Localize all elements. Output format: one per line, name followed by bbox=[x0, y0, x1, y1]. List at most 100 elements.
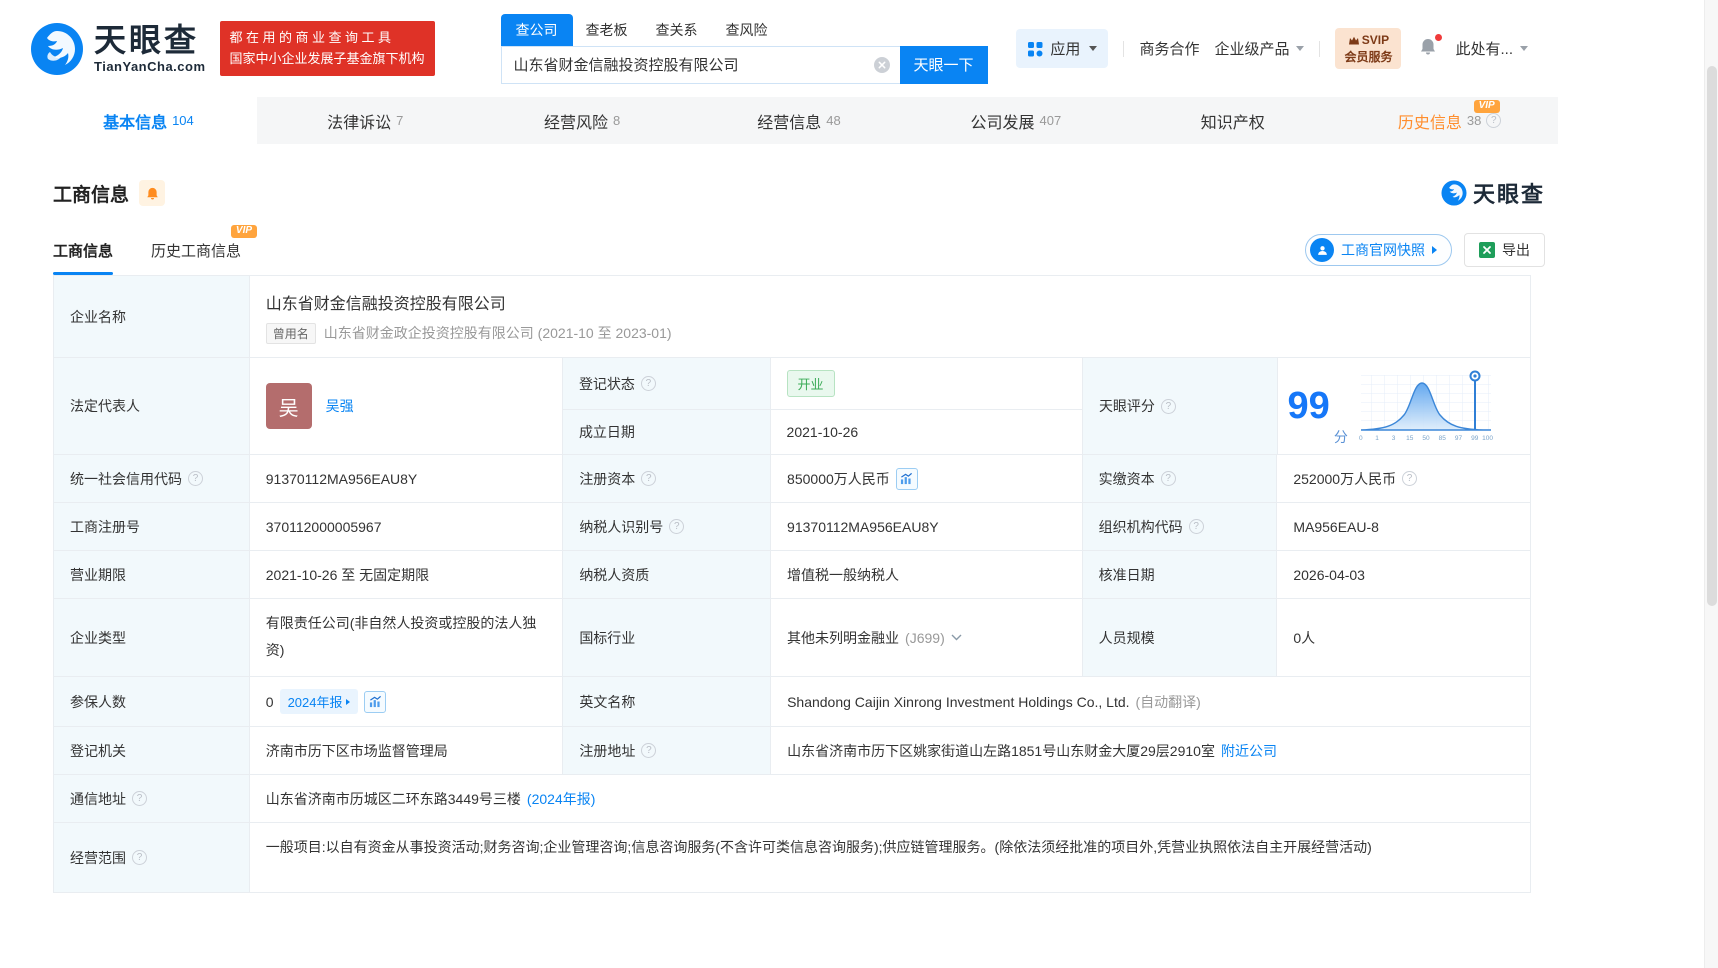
help-icon[interactable]: ? bbox=[1160, 471, 1176, 486]
tab-intellectual-property[interactable]: 知识产权 bbox=[1124, 97, 1341, 144]
english-name-value: Shandong Caijin Xinrong Investment Holdi… bbox=[787, 693, 1130, 710]
clear-search-icon[interactable] bbox=[873, 56, 890, 73]
svip-member-badge[interactable]: SVIP 会员服务 bbox=[1335, 27, 1402, 70]
nearby-companies-link[interactable]: 附近公司 bbox=[1221, 741, 1277, 761]
bell-icon bbox=[146, 187, 158, 199]
paid-capital-value: 252000万人民币 bbox=[1293, 470, 1397, 487]
help-icon[interactable]: ? bbox=[1402, 471, 1418, 486]
tab-history-info[interactable]: VIP 历史信息 38 ? bbox=[1341, 97, 1558, 144]
tab-label: 经营风险 bbox=[544, 114, 609, 132]
row-business-scope: 经营范围 ? 一般项目:以自有资金从事投资活动;财务咨询;企业管理咨询;信息咨询… bbox=[54, 823, 1530, 892]
subtab-label: 历史工商信息 bbox=[151, 243, 242, 260]
tab-operation-info[interactable]: 经营信息 48 bbox=[691, 97, 908, 144]
help-icon[interactable]: ? bbox=[1188, 519, 1204, 534]
nav-more-label: 此处有... bbox=[1455, 41, 1513, 58]
divider bbox=[1123, 40, 1125, 57]
company-type-label: 企业类型 bbox=[54, 599, 250, 676]
apps-grid-icon bbox=[1028, 41, 1043, 56]
legal-rep-link[interactable]: 吴强 bbox=[326, 396, 354, 416]
help-icon[interactable]: ? bbox=[641, 743, 657, 758]
subtab-business-info[interactable]: 工商信息 bbox=[53, 240, 114, 275]
tab-company-development[interactable]: 公司发展 407 bbox=[907, 97, 1124, 144]
row-registration-authority: 登记机关 济南市历下区市场监督管理局 注册地址 ? 山东省济南市历下区姚家街道山… bbox=[54, 727, 1530, 775]
scrollbar-thumb[interactable] bbox=[1707, 66, 1717, 606]
help-icon[interactable]: ? bbox=[641, 471, 657, 486]
label-text: 纳税人识别号 bbox=[579, 518, 664, 535]
nav-enterprise-label: 企业级产品 bbox=[1214, 41, 1290, 58]
paid-capital-label: 实缴资本 ? bbox=[1082, 455, 1278, 502]
search-input[interactable] bbox=[500, 45, 900, 84]
monitor-bell-button[interactable] bbox=[139, 180, 166, 206]
search-tab-risk[interactable]: 查风险 bbox=[726, 14, 768, 46]
search-tab-company[interactable]: 查公司 bbox=[500, 13, 573, 46]
business-info-table: 企业名称 山东省财金信融投资控股有限公司 曾用名 山东省财金政企投资控股有限公司… bbox=[53, 275, 1531, 893]
tick-1: 1 bbox=[1375, 435, 1379, 442]
bar-chart-icon bbox=[901, 472, 913, 485]
annual-report-link[interactable]: (2024年报) bbox=[527, 789, 595, 809]
help-icon[interactable]: ? bbox=[640, 376, 656, 391]
help-icon[interactable]: ? bbox=[188, 471, 203, 486]
score-distribution-chart: 0 1 3 15 50 85 97 99 100 bbox=[1359, 370, 1493, 442]
search-area: 查公司 查老板 查关系 查风险 天眼一下 bbox=[500, 13, 988, 84]
mail-address-value: 山东省济南市历城区二环东路3449号三楼 bbox=[265, 790, 521, 807]
capital-trend-icon[interactable] bbox=[895, 467, 918, 490]
tab-label: 法律诉讼 bbox=[327, 114, 392, 132]
help-icon[interactable]: ? bbox=[132, 850, 147, 865]
search-tab-boss[interactable]: 查老板 bbox=[586, 14, 628, 46]
tianyan-score-label: 天眼评分 ? bbox=[1082, 358, 1278, 454]
reg-capital-label: 注册资本 ? bbox=[563, 455, 772, 502]
chevron-down-icon[interactable] bbox=[951, 634, 962, 641]
approval-date-value: 2026-04-03 bbox=[1293, 566, 1365, 583]
help-icon[interactable]: ? bbox=[669, 519, 685, 534]
tab-count: 48 bbox=[826, 113, 841, 128]
search-tabs: 查公司 查老板 查关系 查风险 bbox=[500, 13, 988, 46]
tab-operation-risk[interactable]: 经营风险 8 bbox=[474, 97, 691, 144]
legal-rep-avatar[interactable]: 吴 bbox=[265, 383, 312, 429]
notification-dot bbox=[1435, 33, 1443, 41]
vip-badge: VIP bbox=[230, 225, 258, 238]
insured-trend-icon[interactable] bbox=[364, 690, 387, 713]
tab-label: 公司发展 bbox=[970, 114, 1035, 132]
status-badge: 开业 bbox=[786, 370, 835, 397]
reg-no-value: 370112000005967 bbox=[250, 503, 564, 550]
chevron-down-icon bbox=[1520, 46, 1528, 51]
score-value: 99 bbox=[1287, 385, 1330, 427]
taxpayer-id-label: 纳税人识别号 ? bbox=[563, 503, 772, 550]
subtab-history-business-info[interactable]: VIP 历史工商信息 bbox=[151, 225, 258, 275]
tick-85: 85 bbox=[1439, 435, 1447, 442]
insured-label: 参保人数 bbox=[54, 677, 250, 726]
reg-address-label: 注册地址 ? bbox=[563, 727, 772, 774]
svip-line1: SVIP bbox=[1361, 32, 1390, 47]
label-text: 组织机构代码 bbox=[1098, 518, 1183, 535]
staff-size-label: 人员规模 bbox=[1082, 599, 1278, 676]
search-button[interactable]: 天眼一下 bbox=[899, 45, 988, 84]
search-tab-relation[interactable]: 查关系 bbox=[656, 14, 698, 46]
row-mailing-address: 通信地址 ? 山东省济南市历城区二环东路3449号三楼 (2024年报) bbox=[54, 775, 1530, 823]
tianyancha-logo[interactable]: 天眼查 TianYanCha.com bbox=[30, 22, 206, 76]
help-icon[interactable]: ? bbox=[132, 791, 147, 806]
annual-report-chip[interactable]: 2024年报 bbox=[279, 689, 359, 714]
help-icon[interactable]: ? bbox=[1486, 113, 1502, 128]
tick-50: 50 bbox=[1422, 435, 1430, 442]
industry-value: 其他未列明金融业 bbox=[787, 629, 900, 646]
tab-basic-info[interactable]: 基本信息 104 bbox=[40, 97, 257, 144]
taxpayer-id-value: 91370112MA956EAU8Y bbox=[771, 503, 1083, 550]
nav-more[interactable]: 此处有... bbox=[1455, 38, 1528, 59]
help-icon[interactable]: ? bbox=[1160, 398, 1176, 414]
notification-bell[interactable] bbox=[1416, 33, 1443, 63]
tab-count: 7 bbox=[396, 113, 404, 128]
company-type-value: 有限责任公司(非自然人投资或控股的法人独资) bbox=[250, 599, 564, 676]
nav-cooperation[interactable]: 商务合作 bbox=[1139, 38, 1199, 59]
nav-enterprise[interactable]: 企业级产品 bbox=[1214, 38, 1305, 59]
tab-legal[interactable]: 法律诉讼 7 bbox=[257, 97, 474, 144]
tick-0: 0 bbox=[1359, 435, 1363, 442]
row-registration-number: 工商注册号 370112000005967 纳税人识别号 ? 91370112M… bbox=[54, 503, 1530, 551]
label-text: 登记状态 bbox=[578, 375, 635, 392]
export-button[interactable]: 导出 bbox=[1464, 233, 1545, 267]
official-snapshot-button[interactable]: 工商官网快照 bbox=[1305, 234, 1452, 266]
label-text: 天眼评分 bbox=[1098, 398, 1155, 414]
label-text: 经营范围 bbox=[70, 849, 126, 866]
industry-label: 国标行业 bbox=[563, 599, 772, 676]
label-text: 统一社会信用代码 bbox=[70, 470, 182, 487]
nav-apps[interactable]: 应用 bbox=[1016, 29, 1109, 68]
